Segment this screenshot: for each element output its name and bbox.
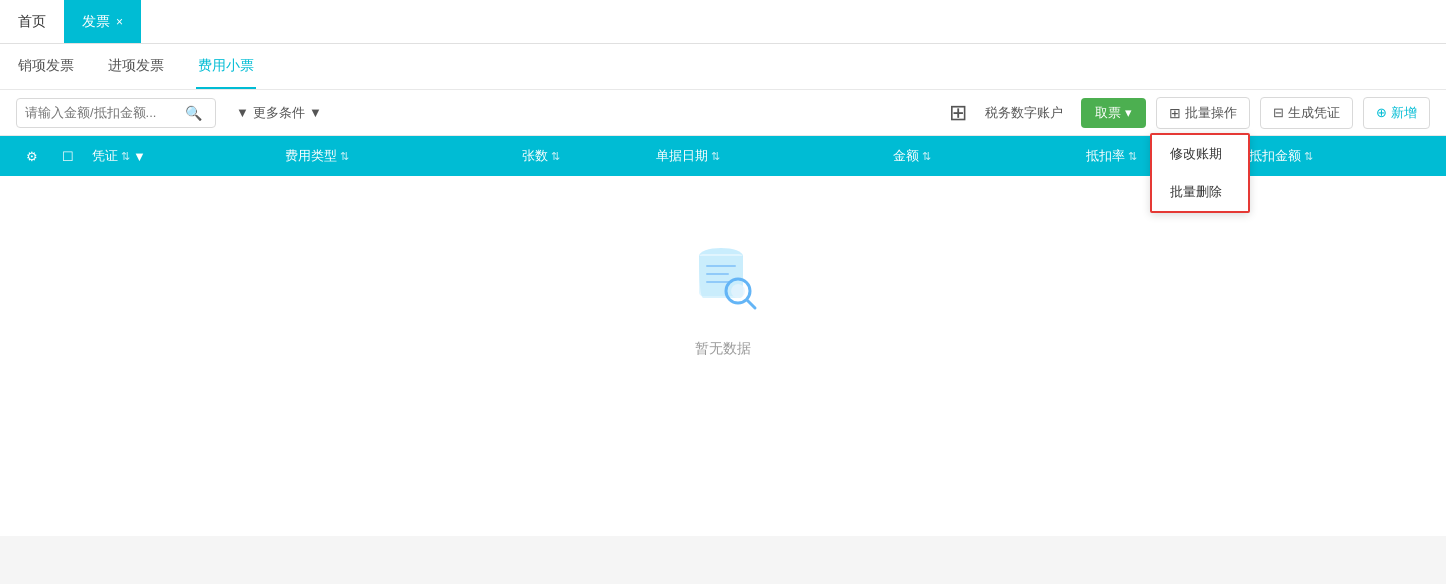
th-date[interactable]: 单据日期 ⇅: [648, 147, 885, 165]
th-deduct-amount-label: 抵扣金额: [1249, 147, 1301, 165]
search-input[interactable]: [25, 105, 185, 120]
filter-button[interactable]: ▼ 更多条件 ▼: [228, 100, 330, 126]
date-sort-icon: ⇅: [711, 150, 720, 163]
take-invoice-button[interactable]: 取票 ▾: [1081, 98, 1146, 128]
th-count[interactable]: 张数 ⇅: [514, 147, 648, 165]
sub-nav-item-purchase[interactable]: 进项发票: [106, 44, 166, 89]
th-voucher[interactable]: 凭证 ⇅ ▼: [84, 147, 277, 165]
batch-icon: ⊞: [1169, 105, 1181, 121]
search-icon[interactable]: 🔍: [185, 105, 202, 121]
th-date-label: 单据日期: [656, 147, 708, 165]
empty-illustration: [673, 236, 773, 326]
deduct-amount-sort-icon: ⇅: [1304, 150, 1313, 163]
gear-icon: ⚙: [26, 149, 38, 164]
invoice-tab[interactable]: 发票 ×: [64, 0, 141, 43]
voucher-filter-icon: ▼: [133, 149, 146, 164]
modify-period-item[interactable]: 修改账期: [1152, 135, 1248, 173]
filter-icon: ▼: [236, 105, 249, 120]
toolbar: 🔍 ▼ 更多条件 ▼ ⊞ 税务数字账户 取票 ▾ ⊞ 批量操作 修改账期 批量删…: [0, 90, 1446, 136]
th-count-label: 张数: [522, 147, 548, 165]
sub-nav-item-sales[interactable]: 销项发票: [16, 44, 76, 89]
th-check[interactable]: ☐: [52, 149, 84, 164]
th-expense[interactable]: 费用类型 ⇅: [277, 147, 514, 165]
top-nav: 首页 发票 ×: [0, 0, 1446, 44]
add-button[interactable]: ⊕ 新增: [1363, 97, 1430, 129]
checkbox-icon: ☐: [62, 149, 74, 164]
sub-nav-item-expense[interactable]: 费用小票: [196, 44, 256, 89]
tax-digital-account-button[interactable]: 税务数字账户: [977, 100, 1071, 126]
search-input-wrap[interactable]: 🔍: [16, 98, 216, 128]
amount-sort-icon: ⇅: [922, 150, 931, 163]
empty-text: 暂无数据: [695, 340, 751, 358]
qr-icon[interactable]: ⊞: [949, 100, 967, 126]
th-deduct-rate-label: 抵扣率: [1086, 147, 1125, 165]
take-invoice-label: 取票: [1095, 104, 1121, 122]
count-sort-icon: ⇅: [551, 150, 560, 163]
gen-voucher-label: 生成凭证: [1288, 104, 1340, 122]
batch-label: 批量操作: [1185, 104, 1237, 122]
th-deduct-amount[interactable]: 抵扣金额 ⇅: [1241, 147, 1434, 165]
toolbar-left: 🔍 ▼ 更多条件 ▼: [16, 98, 939, 128]
toolbar-right: ⊞ 税务数字账户 取票 ▾ ⊞ 批量操作 修改账期 批量删除 ⊟ 生成凭证 ⊕ …: [949, 97, 1430, 129]
add-label: 新增: [1391, 104, 1417, 122]
take-invoice-drop-icon: ▾: [1125, 105, 1132, 120]
th-expense-label: 费用类型: [285, 147, 337, 165]
filter-label: 更多条件: [253, 104, 305, 122]
batch-delete-item[interactable]: 批量删除: [1152, 173, 1248, 211]
batch-dropdown-menu: 修改账期 批量删除: [1150, 133, 1250, 213]
th-amount[interactable]: 金额 ⇅: [885, 147, 1078, 165]
filter-arrow-icon: ▼: [309, 105, 322, 120]
svg-point-6: [731, 284, 745, 298]
svg-line-7: [747, 300, 755, 308]
batch-operation-container: ⊞ 批量操作 修改账期 批量删除: [1156, 97, 1250, 129]
th-voucher-label: 凭证: [92, 147, 118, 165]
add-icon: ⊕: [1376, 105, 1387, 120]
th-amount-label: 金额: [893, 147, 919, 165]
gen-voucher-icon: ⊟: [1273, 105, 1284, 120]
sub-nav: 销项发票 进项发票 费用小票: [0, 44, 1446, 90]
home-tab[interactable]: 首页: [0, 0, 64, 43]
voucher-sort-icon: ⇅: [121, 150, 130, 163]
deduct-rate-sort-icon: ⇅: [1128, 150, 1137, 163]
invoice-tab-label: 发票: [82, 13, 110, 31]
batch-operation-button[interactable]: ⊞ 批量操作: [1156, 97, 1250, 129]
close-icon[interactable]: ×: [116, 15, 123, 29]
gen-voucher-button[interactable]: ⊟ 生成凭证: [1260, 97, 1353, 129]
th-gear[interactable]: ⚙: [12, 149, 52, 164]
expense-sort-icon: ⇅: [340, 150, 349, 163]
